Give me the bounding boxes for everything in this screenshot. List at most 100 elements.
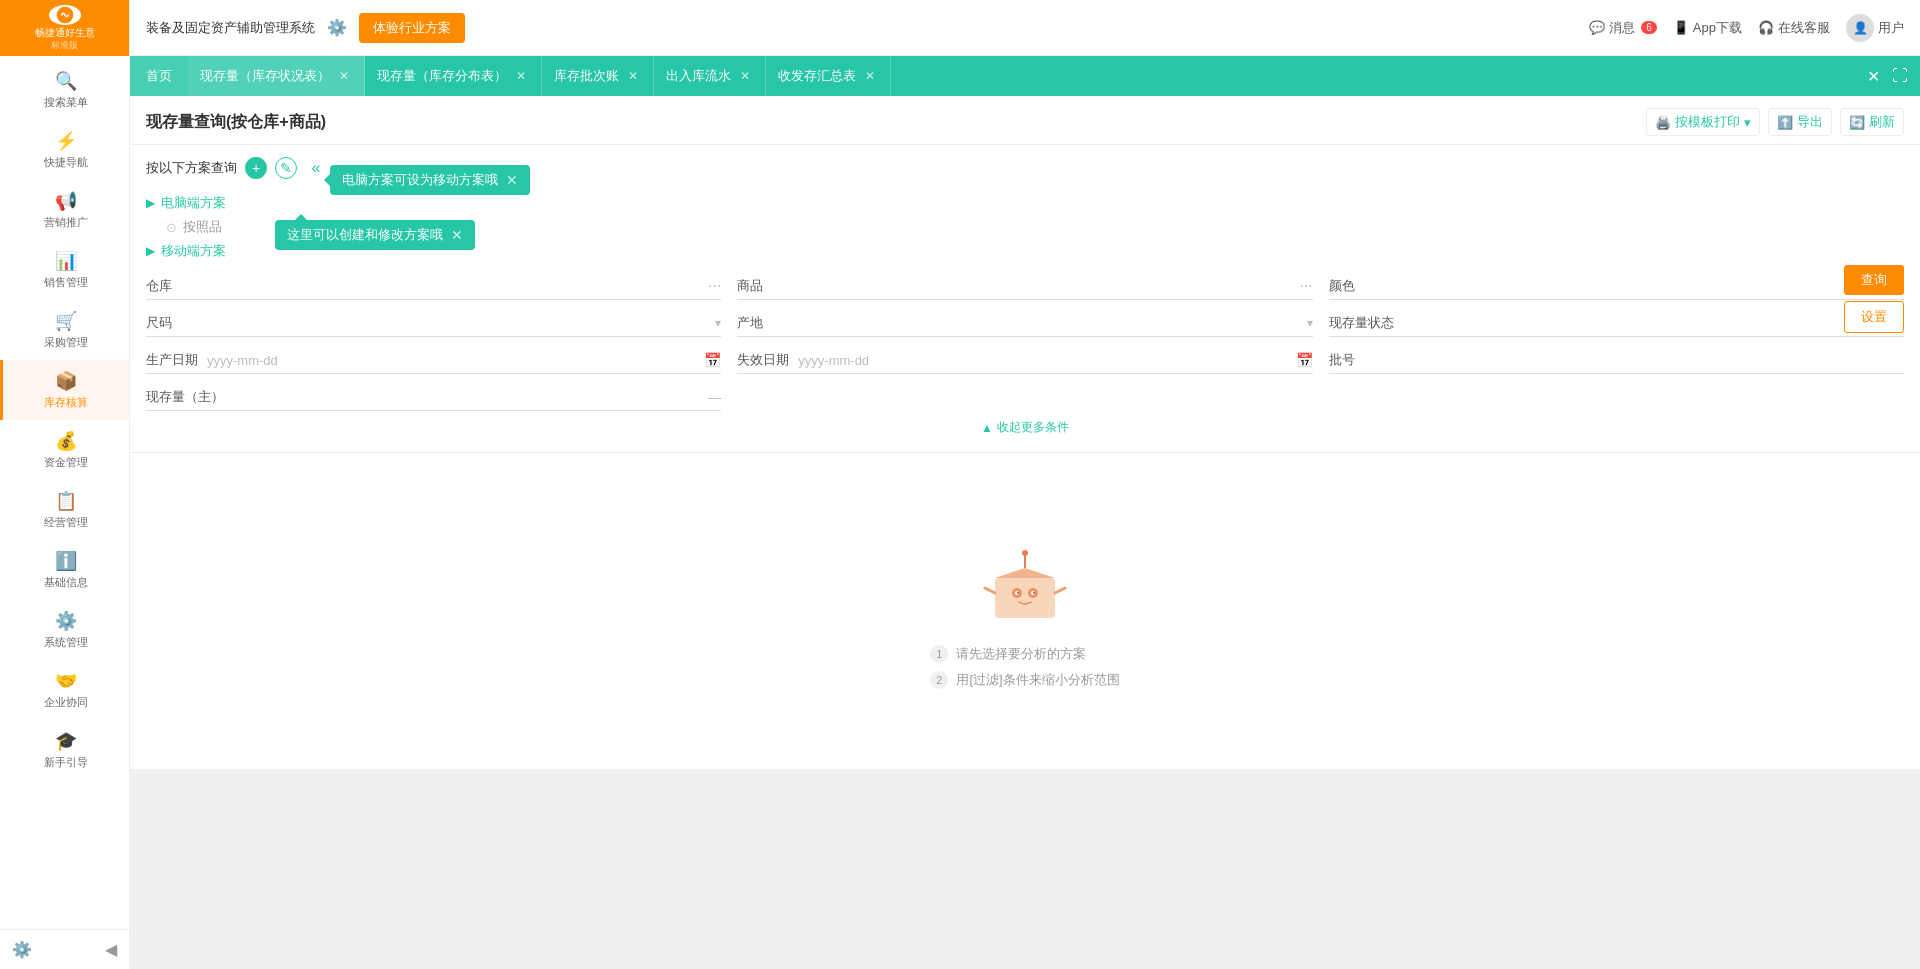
empty-tip-2: 2 用[过滤]条件来缩小分析范围 xyxy=(930,671,1119,689)
sidebar-item-basic[interactable]: ℹ️ 基础信息 xyxy=(0,540,129,600)
notification-item[interactable]: 💬 消息 6 xyxy=(1589,19,1657,37)
tab-flow-close[interactable]: ✕ xyxy=(737,68,753,84)
collapse-bar[interactable]: ▲ 收起更多条件 xyxy=(146,411,1904,440)
phone-icon: 📱 xyxy=(1673,20,1689,35)
print-label: 按模板打印 xyxy=(1675,113,1740,131)
print-button[interactable]: 🖨️ 按模板打印 ▾ xyxy=(1646,108,1760,136)
export-button[interactable]: ⬆️ 导出 xyxy=(1768,108,1832,136)
edit-scheme-button[interactable]: ✎ xyxy=(275,157,297,179)
origin-label: 产地 xyxy=(737,314,792,332)
username-label: 用户 xyxy=(1878,19,1904,37)
online-support-item[interactable]: 🎧 在线客服 xyxy=(1758,19,1830,37)
top-header: 装备及固定资产辅助管理系统 ⚙️ 体验行业方案 💬 消息 6 📱 App下载 🎧… xyxy=(130,0,1920,56)
tab-batch-close[interactable]: ✕ xyxy=(625,68,641,84)
export-icon: ⬆️ xyxy=(1777,115,1793,130)
exp-date-calendar-icon[interactable]: 📅 xyxy=(1296,352,1313,368)
sidebar-item-quicknav[interactable]: ⚡ 快捷导航 xyxy=(0,120,129,180)
sidebar-item-finance[interactable]: 💰 资金管理 xyxy=(0,420,129,480)
range-dash: — xyxy=(708,390,721,405)
avatar: 👤 xyxy=(1846,14,1874,42)
sidebar-label-sales: 销售管理 xyxy=(44,275,88,290)
sidebar-item-inventory[interactable]: 📦 库存核算 xyxy=(0,360,129,420)
sidebar-footer: ⚙️ ◀ xyxy=(0,929,129,969)
prod-date-calendar-icon[interactable]: 📅 xyxy=(704,352,721,368)
exp-date-input[interactable] xyxy=(798,353,1285,368)
svg-line-11 xyxy=(985,588,995,593)
empty-tip-1: 1 请先选择要分析的方案 xyxy=(930,645,1119,663)
app-download-label: App下载 xyxy=(1693,19,1742,37)
tab-flow[interactable]: 出入库流水 ✕ xyxy=(654,56,766,96)
sidebar-item-purchase[interactable]: 🛒 采购管理 xyxy=(0,300,129,360)
scheme-mobile-arrow: ▶ xyxy=(146,244,155,258)
logo-text: 畅捷通好生意 xyxy=(35,27,95,39)
page-area: 现存量查询(按仓库+商品) 🖨️ 按模板打印 ▾ ⬆️ 导出 🔄 刷新 xyxy=(130,96,1920,969)
system-gear-icon[interactable]: ⚙️ xyxy=(327,18,347,37)
tooltip-create-text: 这里可以创建和修改方案哦 xyxy=(287,226,443,244)
warehouse-dots[interactable]: ··· xyxy=(708,277,721,295)
size-dropdown[interactable]: ▾ xyxy=(715,316,721,330)
tab-inventory-dist[interactable]: 现存量（库存分布表） ✕ xyxy=(365,56,542,96)
tab-summary-close[interactable]: ✕ xyxy=(862,68,878,84)
logo-icon xyxy=(49,5,81,25)
tab-close-all-icon[interactable]: ✕ xyxy=(1863,63,1884,90)
tooltip-create-scheme: 这里可以创建和修改方案哦 ✕ xyxy=(275,220,475,250)
origin-dropdown[interactable]: ▾ xyxy=(1307,316,1313,330)
query-buttons: 查询 设置 xyxy=(1844,265,1904,333)
tab-batch[interactable]: 库存批次账 ✕ xyxy=(542,56,654,96)
guide-icon: 🎓 xyxy=(55,730,77,752)
sidebar-item-collab[interactable]: 🤝 企业协同 xyxy=(0,660,129,720)
tooltip-create-close[interactable]: ✕ xyxy=(451,227,463,243)
message-icon: 💬 xyxy=(1589,20,1605,35)
set-button[interactable]: 设置 xyxy=(1844,301,1904,333)
origin-field: 产地 ▾ xyxy=(737,310,1312,337)
sidebar-label-finance: 资金管理 xyxy=(44,455,88,470)
tab-summary[interactable]: 收发存汇总表 ✕ xyxy=(766,56,891,96)
svg-line-12 xyxy=(1055,588,1065,593)
page-content-wrapper: 现存量查询(按仓库+商品) 🖨️ 按模板打印 ▾ ⬆️ 导出 🔄 刷新 xyxy=(130,96,1920,769)
sidebar-item-marketing[interactable]: 📢 营销推广 xyxy=(0,180,129,240)
basic-icon: ℹ️ xyxy=(55,550,77,572)
size-field: 尺码 ▾ xyxy=(146,310,721,337)
sidebar-item-management[interactable]: 📋 经营管理 xyxy=(0,480,129,540)
tab-inventory-status-close[interactable]: ✕ xyxy=(336,68,352,84)
sidebar-item-system[interactable]: ⚙️ 系统管理 xyxy=(0,600,129,660)
user-item[interactable]: 👤 用户 xyxy=(1846,14,1904,42)
purchase-icon: 🛒 xyxy=(55,310,77,332)
stock-main-start-input[interactable] xyxy=(228,390,704,405)
prod-date-start-input[interactable] xyxy=(207,353,694,368)
refresh-button[interactable]: 🔄 刷新 xyxy=(1840,108,1904,136)
batch-label: 批号 xyxy=(1329,351,1384,369)
tab-inventory-dist-close[interactable]: ✕ xyxy=(513,68,529,84)
empty-illustration xyxy=(975,533,1075,633)
notification-badge: 6 xyxy=(1641,21,1657,34)
experience-button[interactable]: 体验行业方案 xyxy=(359,13,465,43)
exp-date-field: 失效日期 📅 xyxy=(737,347,1312,374)
logo-badge: 标准版 xyxy=(51,39,78,52)
tab-inventory-status[interactable]: 现存量（库存状况表） ✕ xyxy=(188,56,365,96)
sidebar-menu: 🔍 搜索菜单 ⚡ 快捷导航 📢 营销推广 📊 销售管理 🛒 采购管理 📦 库存核… xyxy=(0,56,129,929)
goods-dots[interactable]: ··· xyxy=(1299,277,1312,295)
headset-icon: 🎧 xyxy=(1758,20,1774,35)
scheme-pc-arrow: ▶ xyxy=(146,196,155,210)
header-left: 装备及固定资产辅助管理系统 ⚙️ 体验行业方案 xyxy=(146,13,465,43)
quicknav-icon: ⚡ xyxy=(55,130,77,152)
tip-num-2: 2 xyxy=(930,671,948,689)
settings-icon[interactable]: ⚙️ xyxy=(12,940,32,959)
filter-grid: 仓库 ··· 商品 ··· 颜色 ▾ 尺码 xyxy=(146,273,1904,411)
page-header: 现存量查询(按仓库+商品) 🖨️ 按模板打印 ▾ ⬆️ 导出 🔄 刷新 xyxy=(130,96,1920,145)
sidebar-item-guide[interactable]: 🎓 新手引导 xyxy=(0,720,129,780)
color-field: 颜色 ▾ xyxy=(1329,273,1904,300)
add-scheme-button[interactable]: + xyxy=(245,157,267,179)
tooltip-pc-close[interactable]: ✕ xyxy=(506,172,518,188)
sidebar-item-sales[interactable]: 📊 销售管理 xyxy=(0,240,129,300)
online-support-label: 在线客服 xyxy=(1778,19,1830,37)
tab-expand-icon[interactable]: ⛶ xyxy=(1888,63,1912,89)
collapse-sidebar-icon[interactable]: ◀ xyxy=(105,940,117,959)
sidebar-item-search[interactable]: 🔍 搜索菜单 xyxy=(0,60,129,120)
query-button[interactable]: 查询 xyxy=(1844,265,1904,295)
svg-rect-2 xyxy=(1005,583,1045,611)
main-content: 装备及固定资产辅助管理系统 ⚙️ 体验行业方案 💬 消息 6 📱 App下载 🎧… xyxy=(130,0,1920,969)
tab-home[interactable]: 首页 xyxy=(130,56,188,96)
app-download-item[interactable]: 📱 App下载 xyxy=(1673,19,1742,37)
scheme-child-label: 按照品 xyxy=(183,218,222,236)
